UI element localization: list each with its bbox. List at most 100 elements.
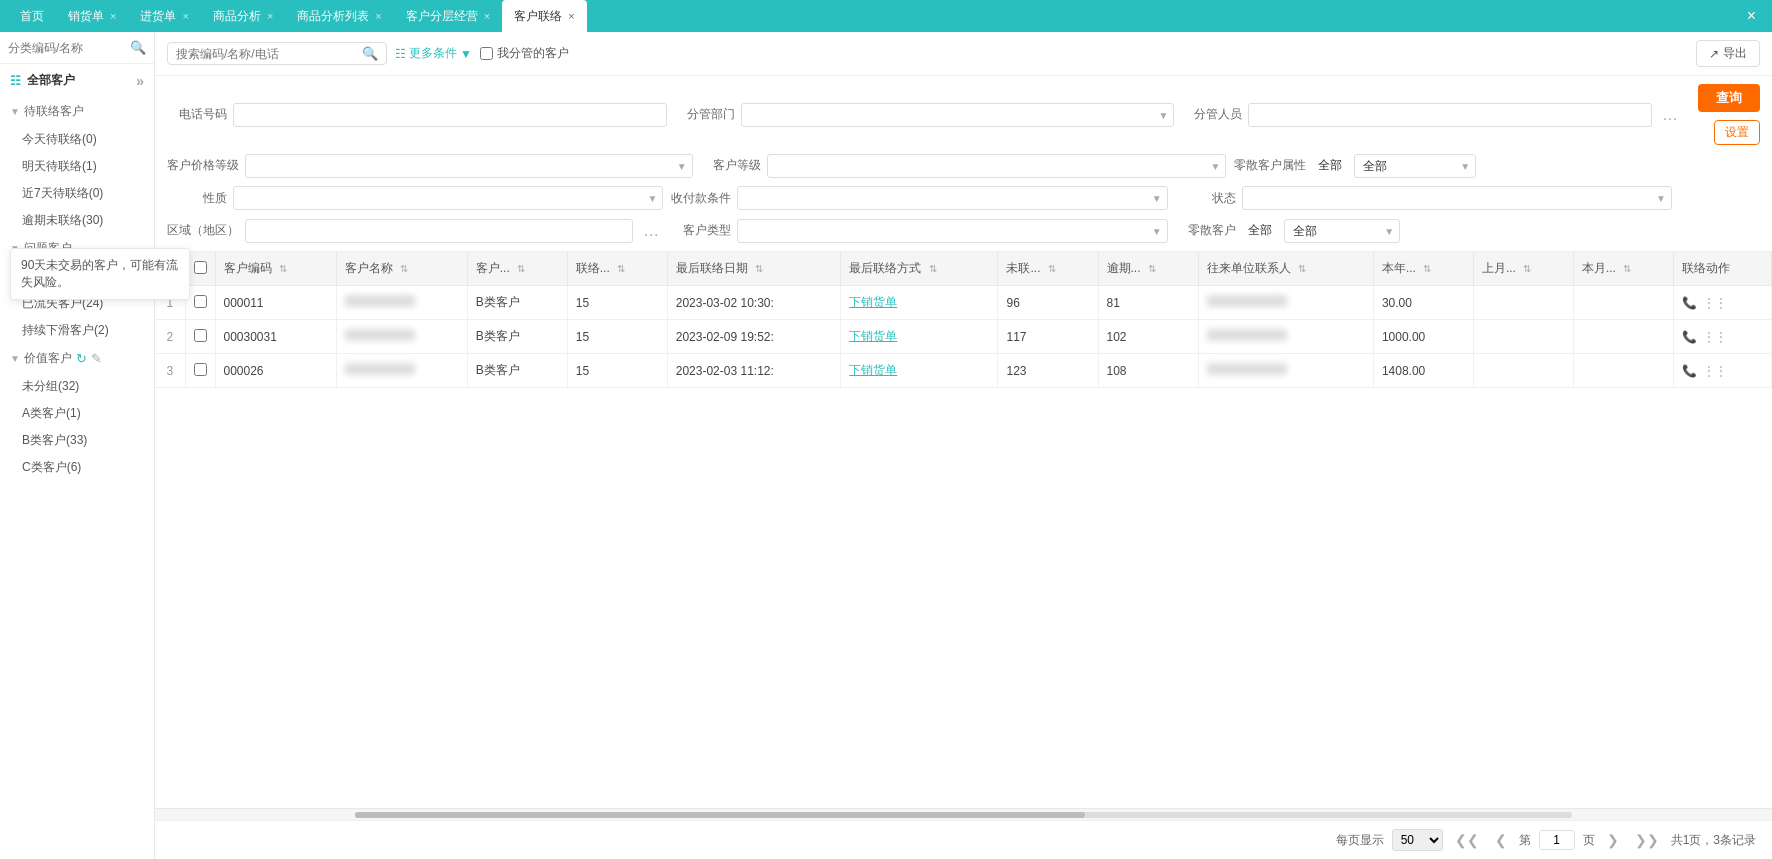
col-contacts[interactable]: 往来单位联系人 ⇅ [1198,252,1373,286]
scrollbar-track[interactable] [355,812,1572,818]
filter-input-phone[interactable] [233,103,667,127]
sidebar-item-today-pending[interactable]: 今天待联络(0) [0,126,154,153]
last-contact-way-link-1[interactable]: 下销货单 [849,329,897,343]
table-header-row: ⚙ 客户编码 ⇅ 客户名称 ⇅ 客户... ⇅ [155,252,1772,286]
sort-icon-code: ⇅ [279,263,287,274]
filter-select-payment[interactable] [737,186,1167,210]
col-contact-num[interactable]: 联络... ⇅ [567,252,667,286]
sidebar-item-class-b-label: B类客户(33) [22,433,87,447]
filter-select-price-level[interactable] [245,154,693,178]
tab-product-analysis-close[interactable]: × [267,10,273,22]
action-contact-icon-1[interactable]: 📞 [1682,330,1697,344]
tab-product-analysis-list-close[interactable]: × [375,10,381,22]
sidebar-item-declining[interactable]: 持续下滑客户(2) [0,317,154,344]
filter-label-customer-type: 客户类型 [671,222,731,239]
filter-select-dept[interactable] [741,103,1175,127]
tooltip-problem-customers: 90天未交易的客户，可能有流失风险。 [10,248,155,300]
sidebar-item-class-a[interactable]: A类客户(1) [0,400,154,427]
page-size-select[interactable]: 50 10 20 100 [1392,829,1443,851]
tab-customer-tier-close[interactable]: × [484,10,490,22]
scrollbar-area[interactable] [155,808,1772,820]
tab-sales-order[interactable]: 销货单 × [56,0,128,32]
sidebar-item-class-c[interactable]: C类客户(6) [0,454,154,481]
col-unlink-days[interactable]: 未联... ⇅ [998,252,1098,286]
cell-last-contact-way-1[interactable]: 下销货单 [841,320,998,354]
col-overdue[interactable]: 逾期... ⇅ [1098,252,1198,286]
tab-product-analysis-list[interactable]: 商品分析列表 × [285,0,393,32]
filter-more-manager[interactable]: … [1658,106,1682,124]
sidebar-item-class-b[interactable]: B类客户(33) [0,427,154,454]
action-more-icon-2[interactable]: ⋮⋮ [1703,364,1727,378]
sidebar-item-overdue-pending[interactable]: 逾期未联络(30) [0,207,154,234]
page-size-label: 每页显示 [1336,832,1384,849]
settings-button[interactable]: 设置 [1714,120,1760,145]
cell-checkbox-1[interactable] [185,320,215,354]
filter-select-customer-type[interactable] [737,219,1167,243]
col-last-contact-way[interactable]: 最后联络方式 ⇅ [841,252,998,286]
col-last-month[interactable]: 上月... ⇅ [1473,252,1573,286]
filter-input-region[interactable] [245,219,633,243]
row-checkbox-2[interactable] [194,363,207,376]
row-checkbox-1[interactable] [194,329,207,342]
toolbar-my-customers[interactable]: 我分管的客户 [480,45,569,62]
sidebar-group-pending[interactable]: ▼ 待联络客户 [0,97,154,126]
scrollbar-thumb[interactable] [355,812,1085,818]
col-customer-type[interactable]: 客户... ⇅ [467,252,567,286]
export-button[interactable]: ↗ 导出 [1696,40,1760,67]
cell-last-contact-way-0[interactable]: 下销货单 [841,286,998,320]
tab-purchase-order[interactable]: 进货单 × [128,0,200,32]
filter-more-region[interactable]: … [639,222,663,240]
row-checkbox-0[interactable] [194,295,207,308]
last-contact-way-link-0[interactable]: 下销货单 [849,295,897,309]
sidebar-group-value[interactable]: ▼ 价值客户 ↻ ✎ [0,344,154,373]
col-name[interactable]: 客户名称 ⇅ [336,252,467,286]
last-contact-way-link-2[interactable]: 下销货单 [849,363,897,377]
action-more-icon-1[interactable]: ⋮⋮ [1703,330,1727,344]
prev-page-btn[interactable]: ❮ [1491,830,1511,850]
toolbar-search-icon[interactable]: 🔍 [362,46,378,61]
next-page-btn[interactable]: ❯ [1603,830,1623,850]
sidebar-item-ungrouped[interactable]: 未分组(32) [0,373,154,400]
tab-customer-contact[interactable]: 客户联络 × [502,0,586,32]
action-contact-icon-2[interactable]: 📞 [1682,364,1697,378]
col-code[interactable]: 客户编码 ⇅ [215,252,336,286]
tab-home[interactable]: 首页 [8,0,56,32]
filter-select-status[interactable] [1242,186,1672,210]
action-contact-icon-0[interactable]: 📞 [1682,296,1697,310]
query-button[interactable]: 查询 [1698,84,1760,112]
filter-select-zero-attr[interactable]: 全部 [1354,154,1476,178]
tab-customer-contact-close[interactable]: × [568,10,574,22]
refresh-icon[interactable]: ↻ [76,351,87,366]
action-more-icon-0[interactable]: ⋮⋮ [1703,296,1727,310]
tab-product-analysis[interactable]: 商品分析 × [201,0,285,32]
col-this-month[interactable]: 本月... ⇅ [1573,252,1673,286]
first-page-btn[interactable]: ❮❮ [1451,830,1483,850]
sidebar-all-customers[interactable]: ☷ 全部客户 » [0,64,154,97]
toolbar-filter-btn[interactable]: ☷ 更多条件 ▼ [395,45,472,62]
filter-panel: 电话号码 分管部门 ▼ 分管人员 … 查询 设置 [155,76,1772,252]
last-page-btn[interactable]: ❯❯ [1631,830,1663,850]
filter-select-nature[interactable] [233,186,663,210]
sidebar-item-tomorrow-pending[interactable]: 明天待联络(1) [0,153,154,180]
filter-select-customer-level[interactable] [767,154,1227,178]
col-last-contact-date[interactable]: 最后联络日期 ⇅ [667,252,840,286]
select-all-checkbox[interactable] [194,261,207,274]
page-input[interactable]: 1 [1539,830,1575,850]
cell-checkbox-2[interactable] [185,354,215,388]
col-last-contact-way-label: 最后联络方式 [849,261,921,275]
toolbar-search-input[interactable] [176,47,362,61]
filter-input-manager[interactable] [1248,103,1652,127]
window-close-button[interactable]: × [1739,7,1764,25]
tab-purchase-order-close[interactable]: × [182,10,188,22]
sidebar-search-input[interactable] [8,41,126,55]
col-this-year[interactable]: 本年... ⇅ [1373,252,1473,286]
filter-select-zero-customer[interactable]: 全部 [1284,219,1400,243]
collapse-icon[interactable]: » [136,73,144,89]
cell-last-contact-way-2[interactable]: 下销货单 [841,354,998,388]
my-customers-checkbox[interactable] [480,47,493,60]
sidebar-item-7days-pending[interactable]: 近7天待联络(0) [0,180,154,207]
toolbar-filter-label: 更多条件 [409,45,457,62]
tab-customer-tier[interactable]: 客户分层经营 × [394,0,502,32]
edit-icon[interactable]: ✎ [91,351,102,366]
tab-sales-order-close[interactable]: × [110,10,116,22]
